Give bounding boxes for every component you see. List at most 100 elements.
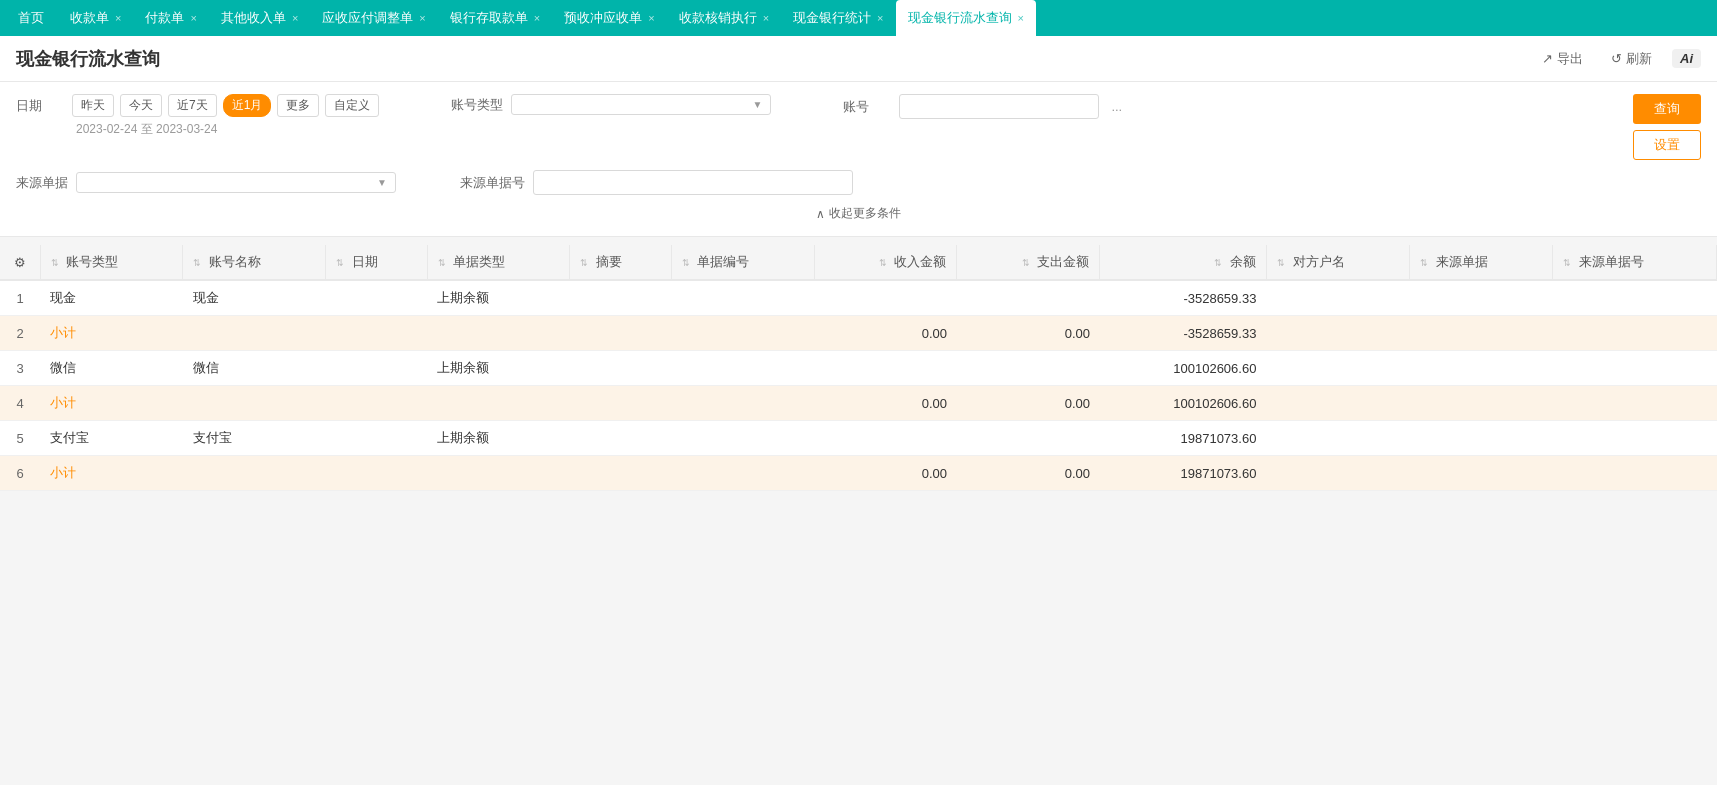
col-account-type[interactable]: ⇅ 账号类型 — [40, 245, 183, 280]
close-tab-2[interactable]: × — [292, 12, 298, 24]
date-btn-custom[interactable]: 自定义 — [325, 94, 379, 117]
source-doc-label: 来源单据 — [16, 174, 68, 192]
query-button[interactable]: 查询 — [1633, 94, 1701, 124]
date-btn-yesterday[interactable]: 昨天 — [72, 94, 114, 117]
row-no: 5 — [0, 421, 40, 456]
ai-badge[interactable]: Ai — [1672, 49, 1701, 68]
nav-tab-3[interactable]: 应收应付调整单 × — [310, 0, 437, 36]
row-source-doc — [1409, 316, 1552, 351]
sort-icon-source-doc: ⇅ — [1420, 258, 1428, 268]
sort-icon-account-name: ⇅ — [193, 258, 201, 268]
nav-tab-1[interactable]: 付款单 × — [133, 0, 208, 36]
close-tab-4[interactable]: × — [534, 12, 540, 24]
account-dots-icon[interactable]: ... — [1107, 99, 1126, 114]
settings-button[interactable]: 设置 — [1633, 130, 1701, 160]
source-doc-no-label: 来源单据号 — [460, 174, 525, 192]
nav-tab-2[interactable]: 其他收入单 × — [209, 0, 310, 36]
row-counterparty — [1266, 456, 1409, 491]
row-expense — [957, 351, 1100, 386]
account-type-select[interactable]: ▼ — [511, 94, 771, 115]
source-doc-arrow-icon: ▼ — [377, 177, 387, 188]
export-button[interactable]: ↗ 导出 — [1534, 46, 1591, 72]
row-no: 1 — [0, 280, 40, 316]
date-btn-today[interactable]: 今天 — [120, 94, 162, 117]
nav-tab-7[interactable]: 现金银行统计 × — [781, 0, 895, 36]
table-header-row: ⚙ ⇅ 账号类型 ⇅ 账号名称 ⇅ 日期 ⇅ 单据类型 — [0, 245, 1717, 280]
row-balance: 100102606.60 — [1100, 386, 1266, 421]
account-type-arrow-icon: ▼ — [752, 99, 762, 110]
col-account-name[interactable]: ⇅ 账号名称 — [183, 245, 326, 280]
col-settings[interactable]: ⚙ — [0, 245, 40, 280]
row-source-doc-no — [1552, 351, 1716, 386]
nav-tab-6[interactable]: 收款核销执行 × — [667, 0, 781, 36]
row-source-doc — [1409, 456, 1552, 491]
date-btn-1month[interactable]: 近1月 — [223, 94, 272, 117]
source-doc-no-input[interactable] — [533, 170, 853, 195]
page-title: 现金银行流水查询 — [16, 47, 160, 71]
table-body: 1现金现金上期余额-3528659.332小计0.000.00-3528659.… — [0, 280, 1717, 491]
source-doc-select[interactable]: ▼ — [76, 172, 396, 193]
col-summary[interactable]: ⇅ 摘要 — [570, 245, 671, 280]
table-row: 5支付宝支付宝上期余额19871073.60 — [0, 421, 1717, 456]
date-btn-more[interactable]: 更多 — [277, 94, 319, 117]
row-no: 3 — [0, 351, 40, 386]
row-account-type: 支付宝 — [40, 421, 183, 456]
row-counterparty — [1266, 351, 1409, 386]
nav-tab-0[interactable]: 收款单 × — [58, 0, 133, 36]
col-doc-no[interactable]: ⇅ 单据编号 — [671, 245, 814, 280]
sort-icon-income: ⇅ — [879, 258, 887, 268]
row-account-name: 支付宝 — [183, 421, 326, 456]
row-doc-no — [671, 386, 814, 421]
row-source-doc-no — [1552, 316, 1716, 351]
page-header: 现金银行流水查询 ↗ 导出 ↺ 刷新 Ai — [0, 36, 1717, 82]
col-source-doc[interactable]: ⇅ 来源单据 — [1409, 245, 1552, 280]
table-container: ⚙ ⇅ 账号类型 ⇅ 账号名称 ⇅ 日期 ⇅ 单据类型 — [0, 245, 1717, 491]
close-tab-7[interactable]: × — [877, 12, 883, 24]
row-account-name — [183, 456, 326, 491]
row-account-type: 微信 — [40, 351, 183, 386]
col-doc-type[interactable]: ⇅ 单据类型 — [427, 245, 570, 280]
col-source-doc-no[interactable]: ⇅ 来源单据号 — [1552, 245, 1716, 280]
col-date[interactable]: ⇅ 日期 — [326, 245, 427, 280]
row-doc-no — [671, 456, 814, 491]
row-doc-type — [427, 386, 570, 421]
close-tab-5[interactable]: × — [648, 12, 654, 24]
account-input[interactable] — [899, 94, 1099, 119]
collapse-icon: ∧ — [816, 207, 825, 221]
close-tab-8[interactable]: × — [1018, 12, 1024, 24]
nav-tab-5[interactable]: 预收冲应收单 × — [552, 0, 666, 36]
sort-icon-balance: ⇅ — [1214, 258, 1222, 268]
collapse-bar[interactable]: ∧ 收起更多条件 — [16, 201, 1701, 224]
table-row: 4小计0.000.00100102606.60 — [0, 386, 1717, 421]
col-income[interactable]: ⇅ 收入金额 — [814, 245, 957, 280]
row-balance: 19871073.60 — [1100, 456, 1266, 491]
sort-icon-doc-no: ⇅ — [682, 258, 690, 268]
nav-home[interactable]: 首页 — [4, 0, 58, 36]
row-no: 4 — [0, 386, 40, 421]
sort-icon-summary: ⇅ — [580, 258, 588, 268]
refresh-button[interactable]: ↺ 刷新 — [1603, 46, 1660, 72]
close-tab-6[interactable]: × — [763, 12, 769, 24]
date-btn-7days[interactable]: 近7天 — [168, 94, 217, 117]
close-tab-3[interactable]: × — [419, 12, 425, 24]
sort-icon-expense: ⇅ — [1022, 258, 1030, 268]
table-row: 2小计0.000.00-3528659.33 — [0, 316, 1717, 351]
row-date — [326, 351, 427, 386]
row-source-doc-no — [1552, 386, 1716, 421]
row-summary — [570, 386, 671, 421]
row-account-type: 小计 — [40, 316, 183, 351]
close-tab-1[interactable]: × — [190, 12, 196, 24]
nav-tab-4[interactable]: 银行存取款单 × — [438, 0, 552, 36]
row-source-doc — [1409, 421, 1552, 456]
sort-icon-doc-type: ⇅ — [438, 258, 446, 268]
col-counterparty[interactable]: ⇅ 对方户名 — [1266, 245, 1409, 280]
close-tab-0[interactable]: × — [115, 12, 121, 24]
row-expense: 0.00 — [957, 456, 1100, 491]
nav-tab-8[interactable]: 现金银行流水查询 × — [896, 0, 1036, 36]
col-balance[interactable]: ⇅ 余额 — [1100, 245, 1266, 280]
row-counterparty — [1266, 386, 1409, 421]
export-icon: ↗ — [1542, 51, 1553, 66]
row-date — [326, 421, 427, 456]
row-no: 6 — [0, 456, 40, 491]
col-expense[interactable]: ⇅ 支出金额 — [957, 245, 1100, 280]
